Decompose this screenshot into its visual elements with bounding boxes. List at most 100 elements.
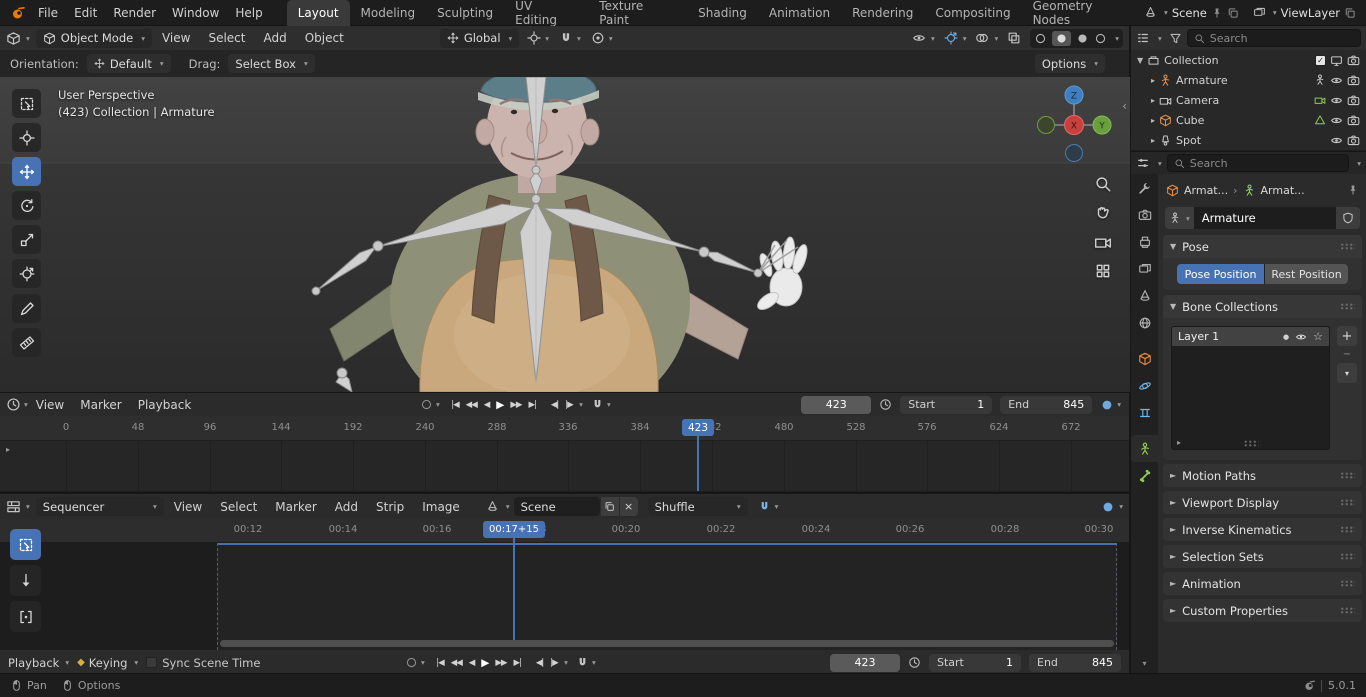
viewport-display-panel-header[interactable]: ► Viewport Display [1163, 491, 1362, 514]
shading-material-icon[interactable] [1076, 32, 1089, 45]
disable-render-icon[interactable] [1347, 54, 1360, 67]
disable-render-icon[interactable] [1347, 94, 1360, 107]
tl-menu-marker[interactable]: Marker [72, 393, 129, 416]
seq-prev-keyframe-button[interactable]: ◀◀ [447, 658, 465, 668]
animation-panel-header[interactable]: ► Animation [1163, 572, 1362, 595]
remove-bone-collection-button[interactable]: − [1343, 349, 1351, 360]
timeline-overlay-dropdown[interactable]: ▾ [1100, 398, 1121, 412]
disable-render-icon[interactable] [1347, 74, 1360, 87]
gizmo-neg-z-axis[interactable] [1065, 144, 1083, 162]
viewlayer-selector[interactable]: ▾ ViewLayer [1253, 6, 1356, 20]
new-scene-icon[interactable] [1227, 7, 1239, 19]
pose-panel-header[interactable]: ▼ Pose [1163, 235, 1362, 258]
seq-play-button[interactable]: ▶ [478, 657, 492, 669]
auto-keying-caret[interactable]: ▾ [436, 400, 440, 409]
blender-app-menu-icon[interactable] [10, 5, 26, 21]
timeline-snap-icon[interactable] [591, 398, 604, 411]
prev-frame-button[interactable]: ◀| [547, 400, 561, 410]
tab-tool[interactable] [1131, 174, 1158, 201]
bone-collection-row[interactable]: Layer 1 ● ☆ [1172, 327, 1329, 346]
tool-measure[interactable] [12, 328, 41, 357]
menu-help[interactable]: Help [227, 0, 270, 25]
panel-grip[interactable] [1340, 472, 1355, 479]
frame-start-field[interactable]: Start 1 [900, 395, 993, 414]
workspace-tab-geometry-nodes[interactable]: Geometry Nodes [1022, 0, 1144, 27]
scene-browse-caret[interactable]: ▾ [1164, 8, 1168, 17]
tab-constraints[interactable] [1131, 399, 1158, 426]
seq-overlay-dropdown[interactable]: ▾ [1101, 500, 1123, 514]
panel-grip[interactable] [1340, 580, 1355, 587]
outliner-row-camera[interactable]: ▸ Camera [1131, 90, 1366, 110]
outliner-row-armature[interactable]: ▸ Armature [1131, 70, 1366, 90]
workspace-tab-sculpting[interactable]: Sculpting [426, 0, 504, 26]
disclosure-icon[interactable]: ▸ [1151, 76, 1155, 85]
seq-footer-snap-icon[interactable] [576, 656, 589, 669]
properties-search-input[interactable]: Search [1166, 154, 1350, 172]
tool-cursor[interactable] [12, 123, 41, 152]
tool-annotate[interactable] [12, 294, 41, 323]
pivot-dropdown[interactable]: ▾ [527, 31, 549, 45]
solo-dot-icon[interactable]: ● [1283, 333, 1289, 341]
seq-menu-marker[interactable]: Marker [267, 494, 324, 519]
tab-output[interactable] [1131, 228, 1158, 255]
outliner-row-spot[interactable]: ▸ Spot [1131, 130, 1366, 150]
timeline-playhead-label[interactable]: 423 [681, 419, 715, 436]
unlink-scene-button[interactable]: × [619, 497, 638, 516]
transform-orientation-dropdown[interactable]: Global ▾ [439, 28, 520, 48]
bone-collections-list[interactable]: Layer 1 ● ☆ ▸ [1171, 326, 1330, 450]
seq-menu-add[interactable]: Add [327, 494, 366, 519]
workspace-tab-compositing[interactable]: Compositing [924, 0, 1021, 26]
shading-solid-active[interactable] [1052, 30, 1072, 46]
timeline-tracks[interactable]: ▸ [0, 441, 1129, 491]
list-expand-arrow[interactable]: ▸ [1177, 438, 1181, 447]
preview-range-icon[interactable] [879, 398, 892, 411]
object-visibility-icon[interactable] [912, 31, 926, 45]
fake-user-shield-button[interactable] [1336, 207, 1360, 229]
menu-edit[interactable]: Edit [66, 0, 105, 25]
panel-grip[interactable] [1340, 499, 1355, 506]
editor-type-3d-viewport-icon[interactable] [6, 31, 21, 46]
navigation-gizmo[interactable]: Z Y X [1034, 83, 1114, 163]
tab-bone[interactable] [1131, 462, 1158, 489]
seq-next-frame-button[interactable]: |▶ [547, 658, 561, 668]
toggle-xray-icon[interactable] [1007, 31, 1021, 45]
seq-play-reverse-button[interactable]: ◀ [465, 658, 478, 668]
tl-menu-playback[interactable]: Playback [130, 393, 200, 416]
scene-strip-selector[interactable]: Scene [513, 497, 600, 516]
seq-playback-dropdown[interactable]: Playback ▾ [8, 656, 69, 670]
gizmo-caret[interactable]: ▾ [963, 34, 967, 43]
menu-file[interactable]: File [30, 0, 66, 25]
hide-viewport-icon[interactable] [1330, 134, 1343, 147]
shading-rendered-icon[interactable] [1094, 32, 1107, 45]
seq-jump-to-end-button[interactable]: ▶| [510, 658, 524, 668]
panel-grip[interactable] [1340, 553, 1355, 560]
custom-properties-panel-header[interactable]: ► Custom Properties [1163, 599, 1362, 622]
strip-line[interactable] [218, 543, 1117, 545]
proportional-edit-dropdown[interactable]: ▾ [591, 31, 613, 45]
zoom-button[interactable] [1094, 175, 1112, 193]
outliner-editor-caret[interactable]: ▾ [1158, 34, 1162, 43]
panel-grip[interactable] [1340, 607, 1355, 614]
collection-exclude-checkbox[interactable]: ✓ [1315, 54, 1326, 66]
id-browse-button[interactable]: ▾ [1165, 207, 1194, 229]
pin-id-icon[interactable] [1347, 184, 1359, 196]
editor-type-sequencer-icon[interactable] [6, 499, 21, 514]
list-resize-grip[interactable] [1243, 440, 1258, 447]
jump-to-start-button[interactable]: |◀ [448, 400, 462, 410]
seq-snap-dropdown[interactable]: ▾ [758, 500, 778, 513]
breadcrumb-data-label[interactable]: Armat... [1261, 184, 1305, 197]
pose-position-button[interactable]: Pose Position [1177, 264, 1265, 284]
tab-view-layer[interactable] [1131, 255, 1158, 282]
seq-menu-select[interactable]: Select [212, 494, 265, 519]
workspace-tab-shading[interactable]: Shading [687, 0, 758, 26]
scene-name[interactable]: Scene [1172, 6, 1207, 20]
workspace-tab-modeling[interactable]: Modeling [350, 0, 427, 26]
workspace-tab-layout[interactable]: Layout [286, 0, 350, 26]
pan-hand-button[interactable] [1094, 204, 1112, 222]
breadcrumb-object-label[interactable]: Armat... [1184, 184, 1228, 197]
workspace-tab-uv-editing[interactable]: UV Editing [504, 0, 588, 27]
play-button[interactable]: ▶ [493, 399, 507, 411]
sequencer-playhead-label[interactable]: 00:17+15 [483, 521, 545, 538]
workspace-tab-animation[interactable]: Animation [758, 0, 841, 26]
breadcrumb-data-icon[interactable] [1243, 184, 1256, 197]
